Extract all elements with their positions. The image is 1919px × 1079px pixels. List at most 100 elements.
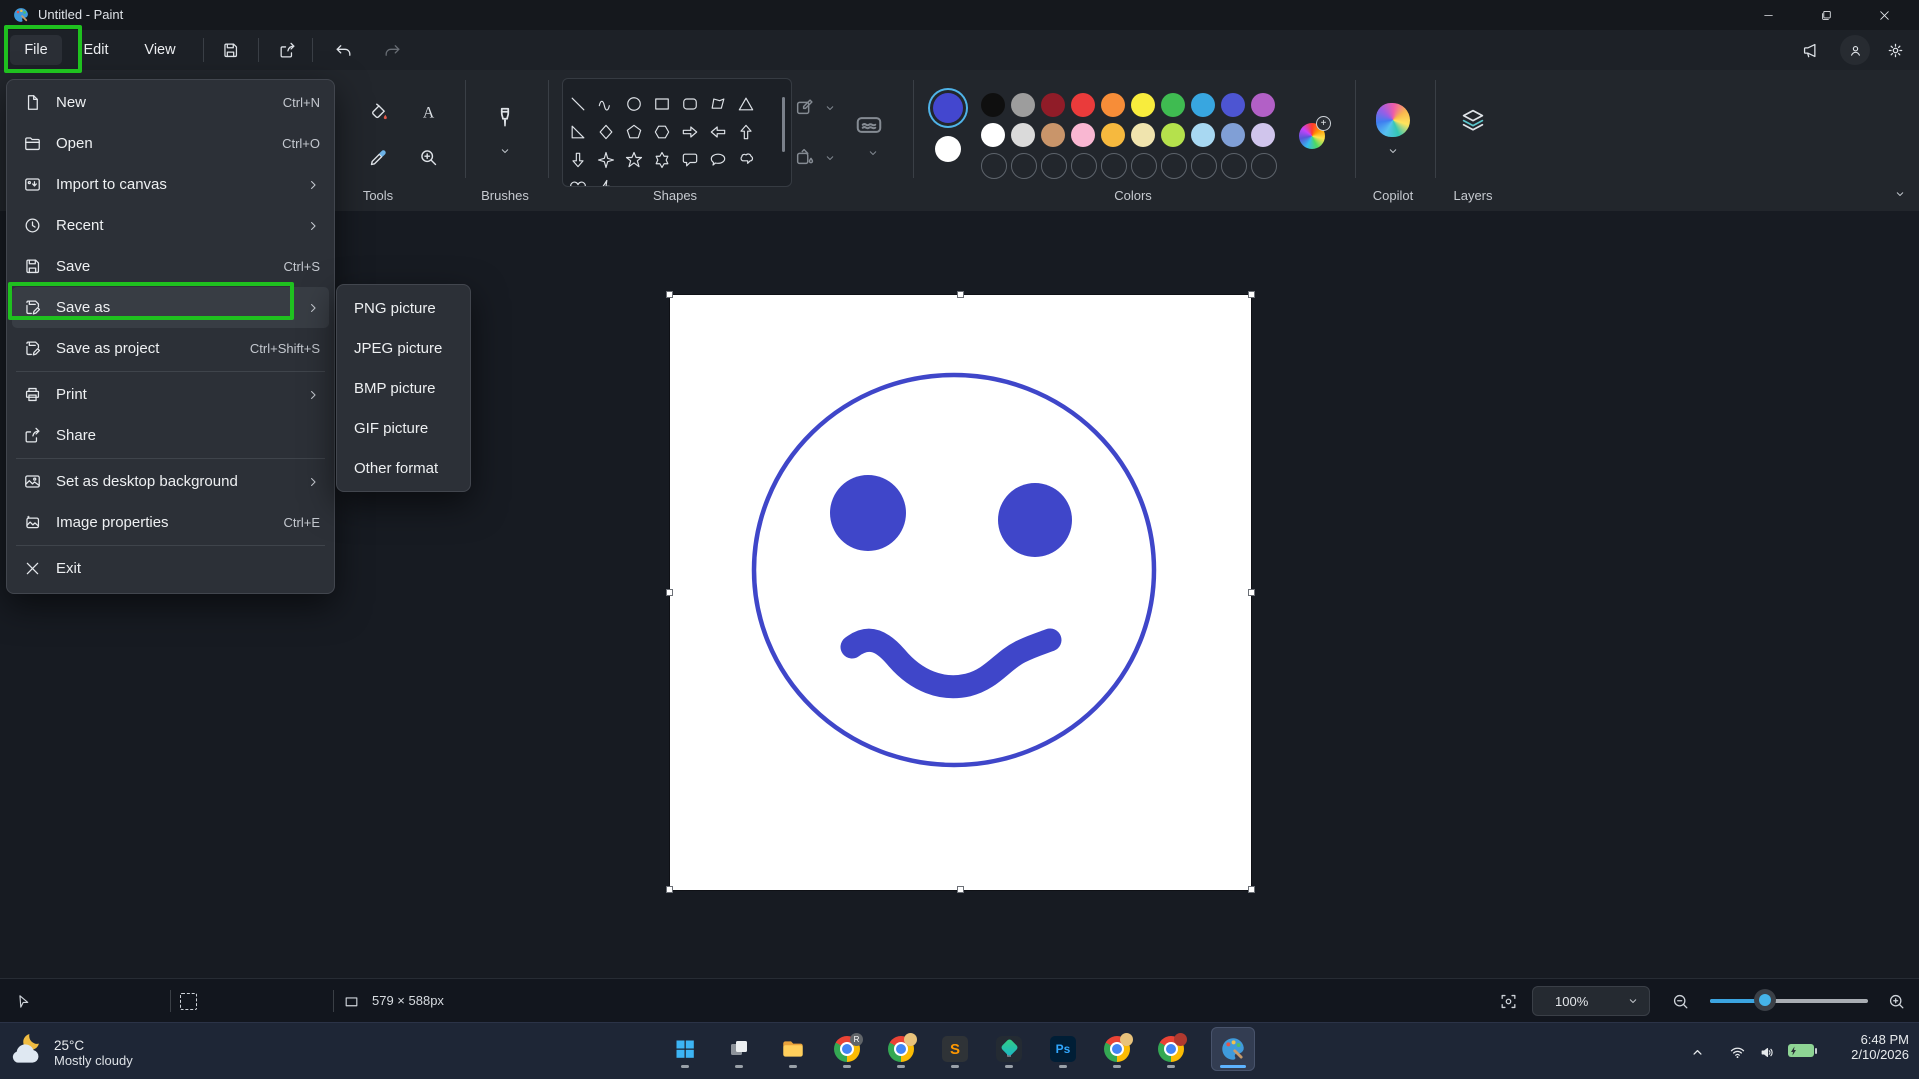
file-menu-item-new[interactable]: New Ctrl+N <box>12 82 329 123</box>
file-menu-item-import-to-canvas[interactable]: Import to canvas <box>12 164 329 205</box>
save-button[interactable] <box>214 34 246 66</box>
color-swatch-2-1[interactable] <box>1011 123 1035 147</box>
color-swatch-empty[interactable] <box>1131 153 1157 179</box>
file-menu-item-save-as-project[interactable]: Save as project Ctrl+Shift+S <box>12 328 329 369</box>
zoom-in-button[interactable] <box>1884 990 1908 1012</box>
tray-chevron-up-icon[interactable] <box>1684 1039 1710 1065</box>
color-swatch-empty[interactable] <box>981 153 1007 179</box>
color-swatch-1-9[interactable] <box>1251 93 1275 117</box>
zoom-level-select[interactable]: 100% <box>1532 986 1650 1016</box>
selection-handle[interactable] <box>1248 886 1255 893</box>
color-swatch-empty[interactable] <box>1011 153 1037 179</box>
fit-to-screen-button[interactable] <box>1496 990 1520 1012</box>
texture-button[interactable] <box>854 110 884 145</box>
copilot-dropdown-chevron-icon[interactable] <box>1382 144 1404 158</box>
foreground-color-swatch[interactable] <box>933 93 963 123</box>
selection-handle[interactable] <box>957 886 964 893</box>
file-menu-item-print[interactable]: Print <box>12 374 329 415</box>
file-menu-item-share[interactable]: Share <box>12 415 329 456</box>
color-swatch-2-0[interactable] <box>981 123 1005 147</box>
submenu-item-bmp-picture[interactable]: BMP picture <box>341 368 466 408</box>
color-swatch-2-8[interactable] <box>1221 123 1245 147</box>
selection-handle[interactable] <box>666 886 673 893</box>
brushes-dropdown-chevron-icon[interactable] <box>494 144 516 158</box>
feedback-megaphone-button[interactable] <box>1794 34 1826 66</box>
color-swatch-1-8[interactable] <box>1221 93 1245 117</box>
file-menu-item-save[interactable]: Save Ctrl+S <box>12 246 329 287</box>
clock-widget[interactable]: 6:48 PM 2/10/2026 <box>1851 1023 1909 1079</box>
file-menu-item-image-properties[interactable]: Image properties Ctrl+E <box>12 502 329 543</box>
submenu-item-gif-picture[interactable]: GIF picture <box>341 408 466 448</box>
minimize-button[interactable] <box>1745 0 1791 30</box>
layers-button[interactable] <box>1456 103 1490 137</box>
wifi-icon[interactable] <box>1724 1039 1750 1065</box>
color-swatch-2-3[interactable] <box>1071 123 1095 147</box>
battery-icon[interactable] <box>1788 1044 1817 1057</box>
taskbar-chrome-profile-4-icon[interactable] <box>1149 1027 1193 1071</box>
selection-handle[interactable] <box>1248 589 1255 596</box>
shape-speech-oval[interactable] <box>704 146 732 174</box>
shape-hexagon[interactable] <box>648 118 676 146</box>
file-menu-item-recent[interactable]: Recent <box>12 205 329 246</box>
shape-diamond[interactable] <box>592 118 620 146</box>
shape-line[interactable] <box>564 90 592 118</box>
fill-bucket-tool[interactable] <box>360 94 396 130</box>
color-swatch-1-1[interactable] <box>1011 93 1035 117</box>
shape-arrow-down[interactable] <box>564 146 592 174</box>
selection-handle[interactable] <box>957 291 964 298</box>
color-swatch-2-2[interactable] <box>1041 123 1065 147</box>
taskbar-start-icon[interactable] <box>663 1027 707 1071</box>
zoom-slider-thumb[interactable] <box>1754 989 1776 1011</box>
color-swatch-empty[interactable] <box>1041 153 1067 179</box>
shape-speech-bubble[interactable] <box>676 146 704 174</box>
file-menu-item-open[interactable]: Open Ctrl+O <box>12 123 329 164</box>
taskbar-photoshop-icon[interactable]: Ps <box>1041 1027 1085 1071</box>
selection-handle[interactable] <box>1248 291 1255 298</box>
color-swatch-1-5[interactable] <box>1131 93 1155 117</box>
shape-rounded-rectangle[interactable] <box>676 90 704 118</box>
color-picker-tool[interactable] <box>360 139 396 175</box>
taskbar-chrome-profile-2-icon[interactable] <box>879 1027 923 1071</box>
shape-arrow-left[interactable] <box>704 118 732 146</box>
share-button[interactable] <box>271 34 303 66</box>
color-swatch-empty[interactable] <box>1071 153 1097 179</box>
texture-dropdown-chevron-icon[interactable] <box>862 146 884 160</box>
file-menu-item-exit[interactable]: Exit <box>12 548 329 589</box>
color-swatch-empty[interactable] <box>1191 153 1217 179</box>
shape-rectangle[interactable] <box>648 90 676 118</box>
color-swatch-1-3[interactable] <box>1071 93 1095 117</box>
color-swatch-2-5[interactable] <box>1131 123 1155 147</box>
view-menu-button[interactable]: View <box>132 35 188 65</box>
color-swatch-empty[interactable] <box>1161 153 1187 179</box>
color-swatch-1-4[interactable] <box>1101 93 1125 117</box>
shape-lightning[interactable] <box>592 174 620 186</box>
shape-star-6[interactable] <box>648 146 676 174</box>
drawing-canvas[interactable] <box>670 295 1251 890</box>
redo-button[interactable] <box>376 34 408 66</box>
volume-icon[interactable] <box>1754 1039 1780 1065</box>
color-swatch-empty[interactable] <box>1221 153 1247 179</box>
taskbar-paint-icon[interactable] <box>1211 1027 1255 1071</box>
submenu-item-png-picture[interactable]: PNG picture <box>341 288 466 328</box>
color-swatch-empty[interactable] <box>1251 153 1277 179</box>
brushes-button[interactable] <box>485 98 525 138</box>
submenu-item-jpeg-picture[interactable]: JPEG picture <box>341 328 466 368</box>
taskbar-chrome-profile-1-icon[interactable]: R <box>825 1027 869 1071</box>
color-swatch-1-6[interactable] <box>1161 93 1185 117</box>
color-swatch-empty[interactable] <box>1101 153 1127 179</box>
shape-star-4[interactable] <box>592 146 620 174</box>
maximize-button[interactable] <box>1803 0 1849 30</box>
taskbar-file-explorer-icon[interactable] <box>771 1027 815 1071</box>
shape-pentagon[interactable] <box>620 118 648 146</box>
shape-triangle[interactable] <box>732 90 760 118</box>
submenu-item-other-format[interactable]: Other format <box>341 448 466 488</box>
weather-widget[interactable]: 25°C Mostly cloudy <box>8 1031 133 1074</box>
selection-handle[interactable] <box>666 291 673 298</box>
color-swatch-1-7[interactable] <box>1191 93 1215 117</box>
magnifier-tool[interactable] <box>410 139 446 175</box>
taskbar-filmora-icon[interactable]: w <box>987 1027 1031 1071</box>
shape-curve[interactable] <box>592 90 620 118</box>
taskbar-sublime-text-icon[interactable]: S <box>933 1027 977 1071</box>
shape-thought-cloud[interactable] <box>732 146 760 174</box>
close-button[interactable] <box>1861 0 1907 30</box>
